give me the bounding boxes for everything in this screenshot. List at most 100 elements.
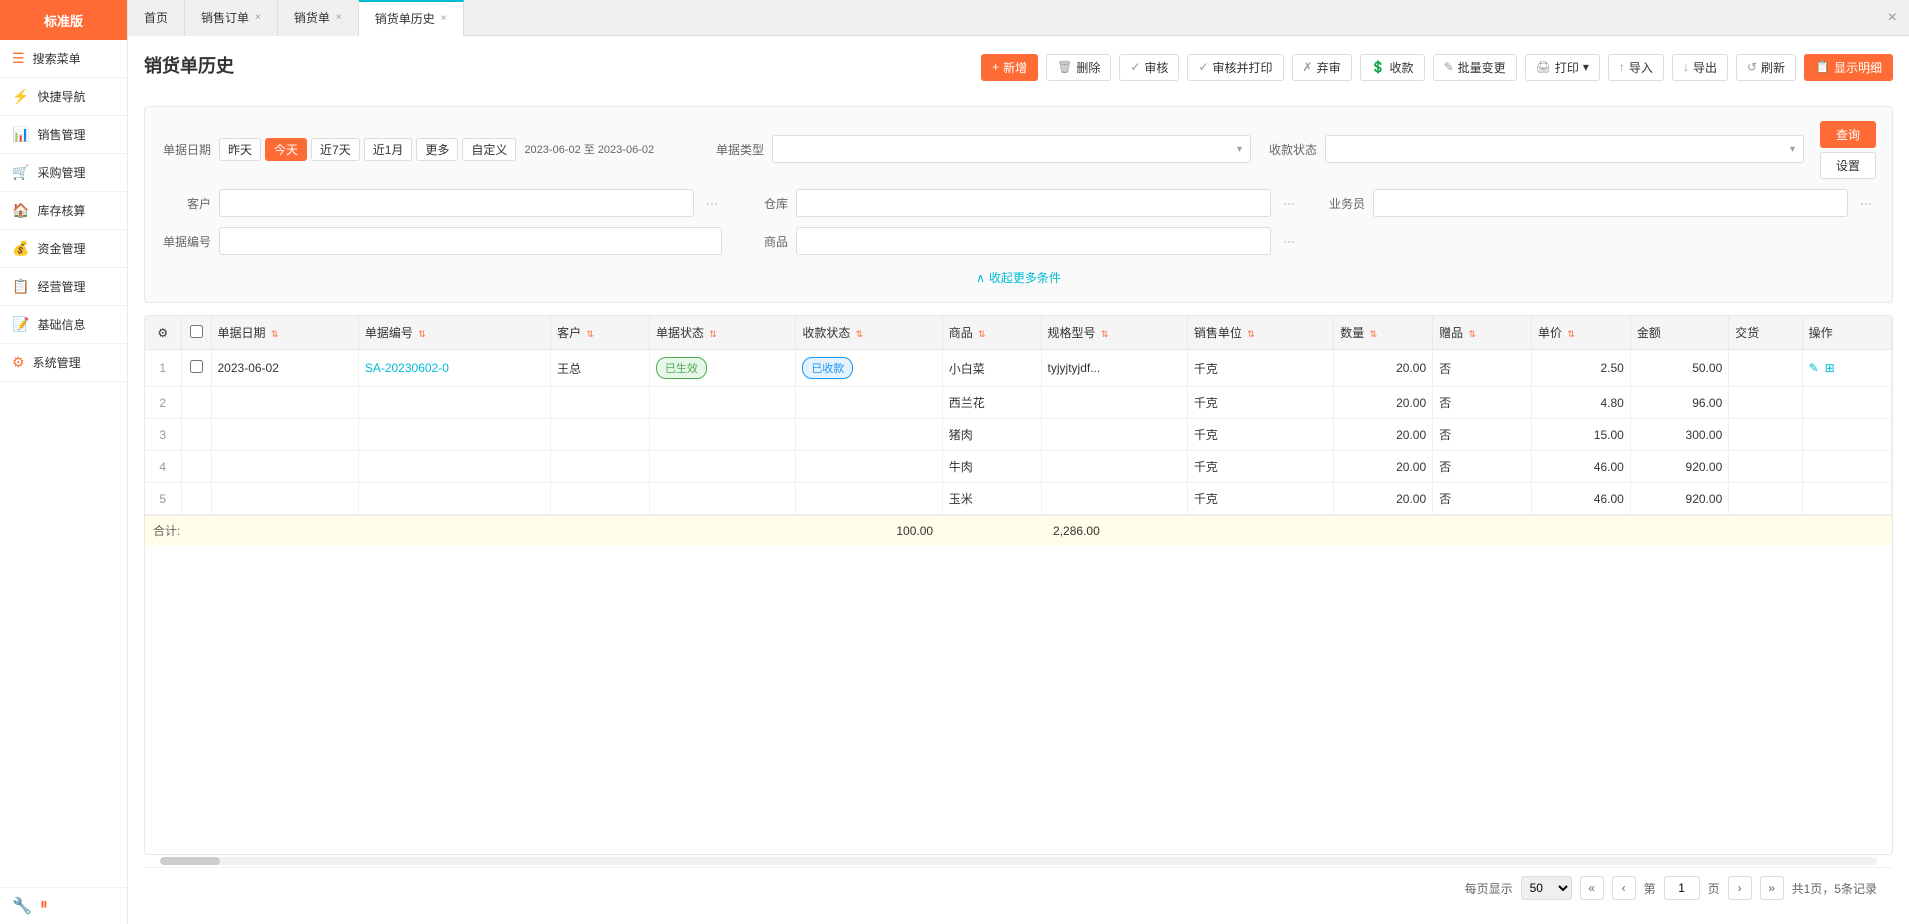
doc-type-label: 单据类型 [714,141,764,158]
sidebar-item-quick-nav[interactable]: ⚡ 快捷导航 [0,78,127,116]
col-goods[interactable]: 商品 ⇅ [942,316,1041,350]
filter-warehouse-item: 仓库 ··· [738,189,1299,217]
row-checkbox-cell[interactable] [181,483,211,515]
sidebar-item-sales-mgmt[interactable]: 📊 销售管理 [0,116,127,154]
goods-ellipsis[interactable]: ··· [1279,234,1299,248]
customer-input[interactable] [219,189,694,217]
col-trade: 交货 [1729,316,1802,350]
col-qty[interactable]: 数量 ⇅ [1334,316,1433,350]
warehouse-ellipsis[interactable]: ··· [1279,196,1299,210]
action-编辑[interactable]: ✎ [1809,361,1819,375]
show-detail-button[interactable]: 📋 显示明细 [1804,54,1893,81]
filter-customer-item: 客户 ··· [161,189,722,217]
tab-home[interactable]: 首页 [128,0,185,36]
row-checkbox-cell[interactable] [181,419,211,451]
print-icon: 🖨 [1536,60,1551,74]
batch-change-button[interactable]: ✎ 批量变更 [1433,54,1517,81]
per-page-select[interactable]: 50 10 20 100 [1521,876,1572,900]
audit-print-button[interactable]: ✓ 审核并打印 [1187,54,1283,81]
sidebar-item-inventory[interactable]: 🏠 库存核算 [0,192,127,230]
row-checkbox[interactable] [190,360,203,373]
sidebar-settings-icon[interactable]: 🔧 [12,896,32,916]
spec-sort-icon: ⇅ [1101,329,1109,339]
col-date[interactable]: 单据日期 ⇅ [211,316,358,350]
sidebar-item-ops[interactable]: 📋 经营管理 [0,268,127,306]
col-price[interactable]: 单价 ⇅ [1531,316,1630,350]
date-btn-custom[interactable]: 自定义 [462,138,516,161]
col-unit[interactable]: 销售单位 ⇅ [1187,316,1333,350]
discard-button[interactable]: ✗ 弃审 [1292,54,1352,81]
set-button[interactable]: 设置 [1820,152,1876,179]
row-checkbox-cell[interactable] [181,350,211,387]
col-doc-status[interactable]: 单据状态 ⇅ [649,316,795,350]
row-doc-no: SA-20230602-0 [358,350,550,387]
collect-button[interactable]: 💲 收款 [1360,54,1425,81]
row-goods: 牛肉 [942,451,1041,483]
sidebar-pause-icon[interactable]: ⏸ [40,896,48,916]
refresh-icon: ↺ [1747,60,1757,74]
col-action-label: 操作 [1809,326,1833,340]
page-number-input[interactable] [1664,876,1700,900]
col-collect-status[interactable]: 收款状态 ⇅ [796,316,942,350]
tab-close-all-button[interactable]: × [1876,9,1909,27]
warehouse-input[interactable] [796,189,1271,217]
customer-ellipsis[interactable]: ··· [702,196,722,210]
date-btn-today[interactable]: 今天 [265,138,307,161]
date-btn-7days[interactable]: 近7天 [311,138,360,161]
refresh-button[interactable]: ↺ 刷新 [1736,54,1796,81]
tab-sales-order-close[interactable]: × [255,12,261,23]
collect-status-select[interactable]: ▾ [1325,135,1804,163]
delete-button[interactable]: 🗑 删除 [1046,54,1111,81]
audit-button[interactable]: ✓ 审核 [1119,54,1179,81]
tab-sales-history[interactable]: 销货单历史 × [359,0,464,36]
tab-sales-order[interactable]: 销售订单 × [185,0,278,36]
tab-sales-goods-close[interactable]: × [336,12,342,23]
sidebar-item-sys-mgmt[interactable]: ⚙ 系统管理 [0,344,127,382]
tab-sales-history-close[interactable]: × [441,13,447,24]
doc-no-link[interactable]: SA-20230602-0 [365,361,449,375]
sidebar-item-search-menu[interactable]: ☰ 搜索菜单 [0,40,127,78]
col-doc-no[interactable]: 单据编号 ⇅ [358,316,550,350]
row-doc-no [358,483,550,515]
row-doc-status: 已生效 [649,350,795,387]
select-all-checkbox[interactable] [190,325,203,338]
col-gift[interactable]: 赠品 ⇅ [1433,316,1532,350]
sidebar-item-basic-info[interactable]: 📝 基础信息 [0,306,127,344]
row-actions [1802,387,1891,419]
col-checkbox[interactable] [181,316,211,350]
col-customer[interactable]: 客户 ⇅ [551,316,650,350]
col-goods-label: 商品 [949,326,973,340]
export-button[interactable]: ↓ 导出 [1672,54,1728,81]
tab-sales-goods[interactable]: 销货单 × [278,0,359,36]
col-doc-no-label: 单据编号 [365,326,413,340]
collapse-button[interactable]: ∧ 收起更多条件 [161,265,1876,290]
h-scrollbar-thumb[interactable] [160,857,220,865]
doc-status-badge: 已生效 [656,357,707,379]
row-spec [1041,451,1187,483]
row-trade [1729,451,1802,483]
new-button[interactable]: + 新增 [981,54,1038,81]
page-first-button[interactable]: « [1580,876,1604,900]
staff-input[interactable] [1373,189,1848,217]
doc-no-input[interactable] [219,227,722,255]
doc-type-select[interactable]: ▾ [772,135,1251,163]
date-btn-1month[interactable]: 近1月 [364,138,413,161]
goods-input[interactable] [796,227,1271,255]
query-button[interactable]: 查询 [1820,121,1876,148]
page-next-button[interactable]: › [1728,876,1752,900]
page-prev-button[interactable]: ‹ [1612,876,1636,900]
import-button[interactable]: ↑ 导入 [1608,54,1664,81]
sidebar-item-purchase-mgmt[interactable]: 🛒 采购管理 [0,154,127,192]
print-button[interactable]: 🖨 打印 ▾ [1525,54,1600,81]
h-scrollbar[interactable] [160,857,1877,865]
date-btn-more[interactable]: 更多 [416,138,458,161]
col-gear[interactable]: ⚙ [145,316,181,350]
row-checkbox-cell[interactable] [181,451,211,483]
action-详情[interactable]: ⊞ [1825,361,1835,375]
staff-ellipsis[interactable]: ··· [1856,196,1876,210]
row-checkbox-cell[interactable] [181,387,211,419]
sidebar-item-finance[interactable]: 💰 资金管理 [0,230,127,268]
col-spec[interactable]: 规格型号 ⇅ [1041,316,1187,350]
date-btn-yesterday[interactable]: 昨天 [219,138,261,161]
page-last-button[interactable]: » [1760,876,1784,900]
